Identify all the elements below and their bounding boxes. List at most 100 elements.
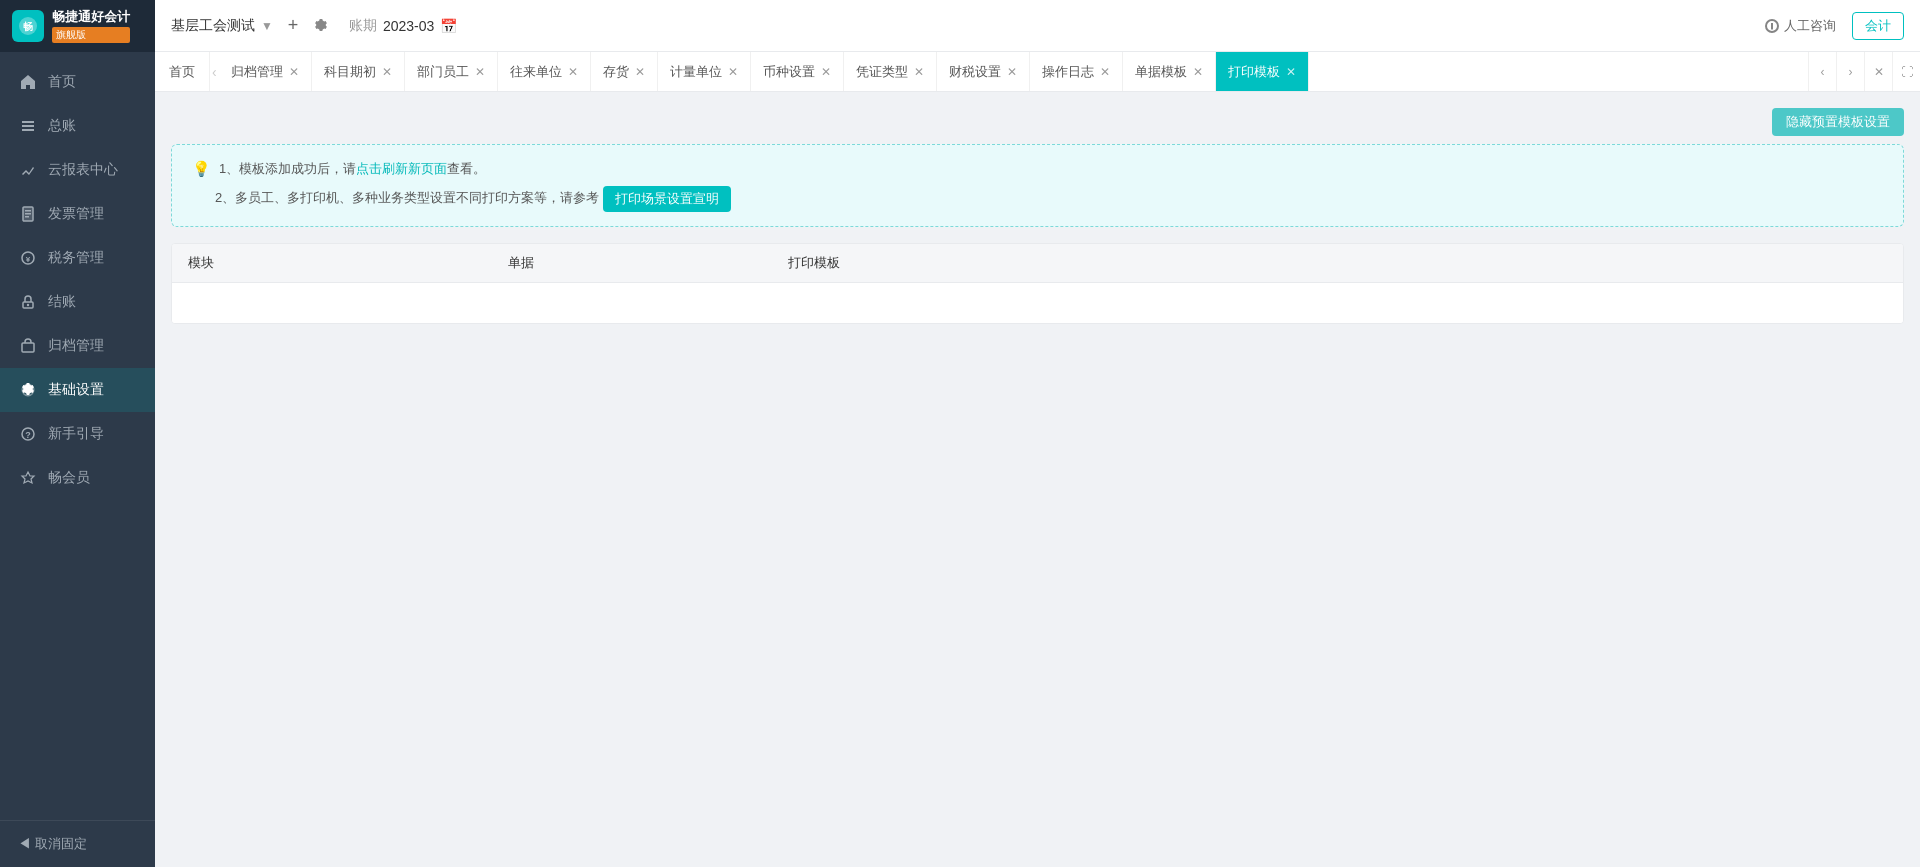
period-value: 2023-03 [383, 18, 434, 34]
invoice-icon [18, 204, 38, 224]
svg-text:?: ? [25, 430, 31, 440]
tab-subject-label: 科目期初 [324, 63, 376, 81]
tab-unit-label: 计量单位 [670, 63, 722, 81]
app-logo: 畅 畅捷通好会计 旗舰版 [0, 0, 155, 52]
notice-bulb-icon: 💡 [192, 160, 211, 178]
tab-scroll-right-button[interactable]: › [1836, 52, 1864, 92]
tab-unit[interactable]: 计量单位 ✕ [658, 52, 751, 91]
sidebar-item-settings[interactable]: 基础设置 [0, 368, 155, 412]
tab-department-label: 部门员工 [417, 63, 469, 81]
table-empty-body [172, 283, 1903, 323]
tab-print-template-label: 打印模板 [1228, 63, 1280, 81]
sidebar-item-home[interactable]: 首页 [0, 60, 155, 104]
hide-preview-button[interactable]: 隐藏预置模板设置 [1772, 108, 1904, 136]
tab-inventory[interactable]: 存货 ✕ [591, 52, 658, 91]
tab-supplier-close-icon[interactable]: ✕ [568, 65, 578, 79]
tab-maximize-button[interactable]: ⛶ [1892, 52, 1920, 92]
tab-voucher-close-icon[interactable]: ✕ [914, 65, 924, 79]
sidebar-item-archive[interactable]: 归档管理 [0, 324, 155, 368]
svg-rect-9 [25, 216, 29, 218]
sidebar-item-invoice[interactable]: 发票管理 [0, 192, 155, 236]
sidebar-item-reports-label: 云报表中心 [48, 161, 118, 179]
tab-print-template[interactable]: 打印模板 ✕ [1216, 52, 1309, 91]
notice-text-1: 1、模板添加成功后，请点击刷新新页面查看。 [219, 159, 486, 180]
tab-bar: 首页 ‹ 归档管理 ✕ 科目期初 ✕ 部门员工 ✕ 往来单位 ✕ 存货 ✕ 计量… [155, 52, 1920, 92]
tab-supplier[interactable]: 往来单位 ✕ [498, 52, 591, 91]
tab-single-template-label: 单据模板 [1135, 63, 1187, 81]
tab-single-template[interactable]: 单据模板 ✕ [1123, 52, 1216, 91]
notice-row-2: 2、多员工、多打印机、多种业务类型设置不同打印方案等，请参考 打印场景设置宣明 [192, 186, 1883, 212]
guide-icon: ? [18, 424, 38, 444]
svg-rect-8 [25, 213, 31, 215]
sidebar-item-ledger[interactable]: 总账 [0, 104, 155, 148]
tab-home[interactable]: 首页 [155, 52, 210, 91]
tab-currency-close-icon[interactable]: ✕ [821, 65, 831, 79]
print-scene-button[interactable]: 打印场景设置宣明 [603, 186, 731, 212]
sidebar-item-close-label: 结账 [48, 293, 76, 311]
tab-currency-label: 币种设置 [763, 63, 815, 81]
customer-service-button[interactable]: 人工咨询 [1764, 17, 1836, 35]
tab-operation-log[interactable]: 操作日志 ✕ [1030, 52, 1123, 91]
tab-close-button[interactable]: ✕ [1864, 52, 1892, 92]
sidebar-item-reports[interactable]: 云报表中心 [0, 148, 155, 192]
notice-text-2: 2、多员工、多打印机、多种业务类型设置不同打印方案等，请参考 [215, 188, 599, 209]
tab-voucher-label: 凭证类型 [856, 63, 908, 81]
tax-icon: ¥ [18, 248, 38, 268]
sidebar-item-guide[interactable]: ? 新手引导 [0, 412, 155, 456]
sidebar-item-close[interactable]: 结账 [0, 280, 155, 324]
col-module-header: 模块 [188, 254, 508, 272]
period-label: 账期 [349, 17, 377, 35]
tab-navigation: ‹ › ✕ ⛶ [1808, 52, 1920, 91]
member-icon [18, 468, 38, 488]
calendar-icon[interactable]: 📅 [440, 18, 457, 34]
close-accounts-icon [18, 292, 38, 312]
tab-supplier-label: 往来单位 [510, 63, 562, 81]
top-header: 基层工会测试 ▼ + 账期 2023-03 📅 人工咨询 会计 [155, 0, 1920, 52]
tab-scroll-left-button[interactable]: ‹ [1808, 52, 1836, 92]
company-settings-button[interactable] [309, 14, 333, 38]
unpin-sidebar-button[interactable]: ◀ 取消固定 [0, 820, 155, 867]
svg-text:¥: ¥ [26, 255, 31, 264]
archive-icon [18, 336, 38, 356]
company-chevron-icon: ▼ [261, 19, 273, 33]
tab-subject[interactable]: 科目期初 ✕ [312, 52, 405, 91]
reports-icon [18, 160, 38, 180]
unpin-label: ◀ 取消固定 [18, 835, 87, 853]
tab-home-label: 首页 [169, 63, 195, 81]
tab-archive[interactable]: 归档管理 ✕ [219, 52, 312, 91]
svg-text:畅: 畅 [23, 21, 33, 32]
sidebar-item-guide-label: 新手引导 [48, 425, 104, 443]
tab-voucher[interactable]: 凭证类型 ✕ [844, 52, 937, 91]
company-name: 基层工会测试 [171, 17, 255, 35]
tab-department[interactable]: 部门员工 ✕ [405, 52, 498, 91]
sidebar-item-archive-label: 归档管理 [48, 337, 104, 355]
tab-unit-close-icon[interactable]: ✕ [728, 65, 738, 79]
tab-inventory-close-icon[interactable]: ✕ [635, 65, 645, 79]
sidebar-item-tax[interactable]: ¥ 税务管理 [0, 236, 155, 280]
tab-operation-log-close-icon[interactable]: ✕ [1100, 65, 1110, 79]
tab-inventory-label: 存货 [603, 63, 629, 81]
add-company-button[interactable]: + [281, 14, 305, 38]
col-doc-header: 单据 [508, 254, 788, 272]
tab-archive-close-icon[interactable]: ✕ [289, 65, 299, 79]
main-area: 基层工会测试 ▼ + 账期 2023-03 📅 人工咨询 会计 首页 ‹ 归档管… [155, 0, 1920, 867]
tab-print-template-close-icon[interactable]: ✕ [1286, 65, 1296, 79]
logo-icon: 畅 [12, 10, 44, 42]
sidebar-nav: 首页 总账 云报表中心 发票管理 ¥ 税务管理 [0, 52, 155, 820]
data-table: 模块 单据 打印模板 [171, 243, 1904, 324]
tab-single-template-close-icon[interactable]: ✕ [1193, 65, 1203, 79]
ledger-icon [18, 116, 38, 136]
tab-subject-close-icon[interactable]: ✕ [382, 65, 392, 79]
tab-tax-settings[interactable]: 财税设置 ✕ [937, 52, 1030, 91]
app-edition: 旗舰版 [52, 27, 130, 43]
refresh-page-link[interactable]: 点击刷新新页面 [356, 161, 447, 176]
company-selector[interactable]: 基层工会测试 ▼ [171, 17, 273, 35]
hide-preview-area: 隐藏预置模板设置 [171, 108, 1904, 136]
accountant-button[interactable]: 会计 [1852, 12, 1904, 40]
tab-tax-settings-close-icon[interactable]: ✕ [1007, 65, 1017, 79]
tab-currency[interactable]: 币种设置 ✕ [751, 52, 844, 91]
tab-department-close-icon[interactable]: ✕ [475, 65, 485, 79]
sidebar: 畅 畅捷通好会计 旗舰版 首页 总账 云报表中心 [0, 0, 155, 867]
sidebar-item-member[interactable]: 畅会员 [0, 456, 155, 500]
tab-archive-label: 归档管理 [231, 63, 283, 81]
